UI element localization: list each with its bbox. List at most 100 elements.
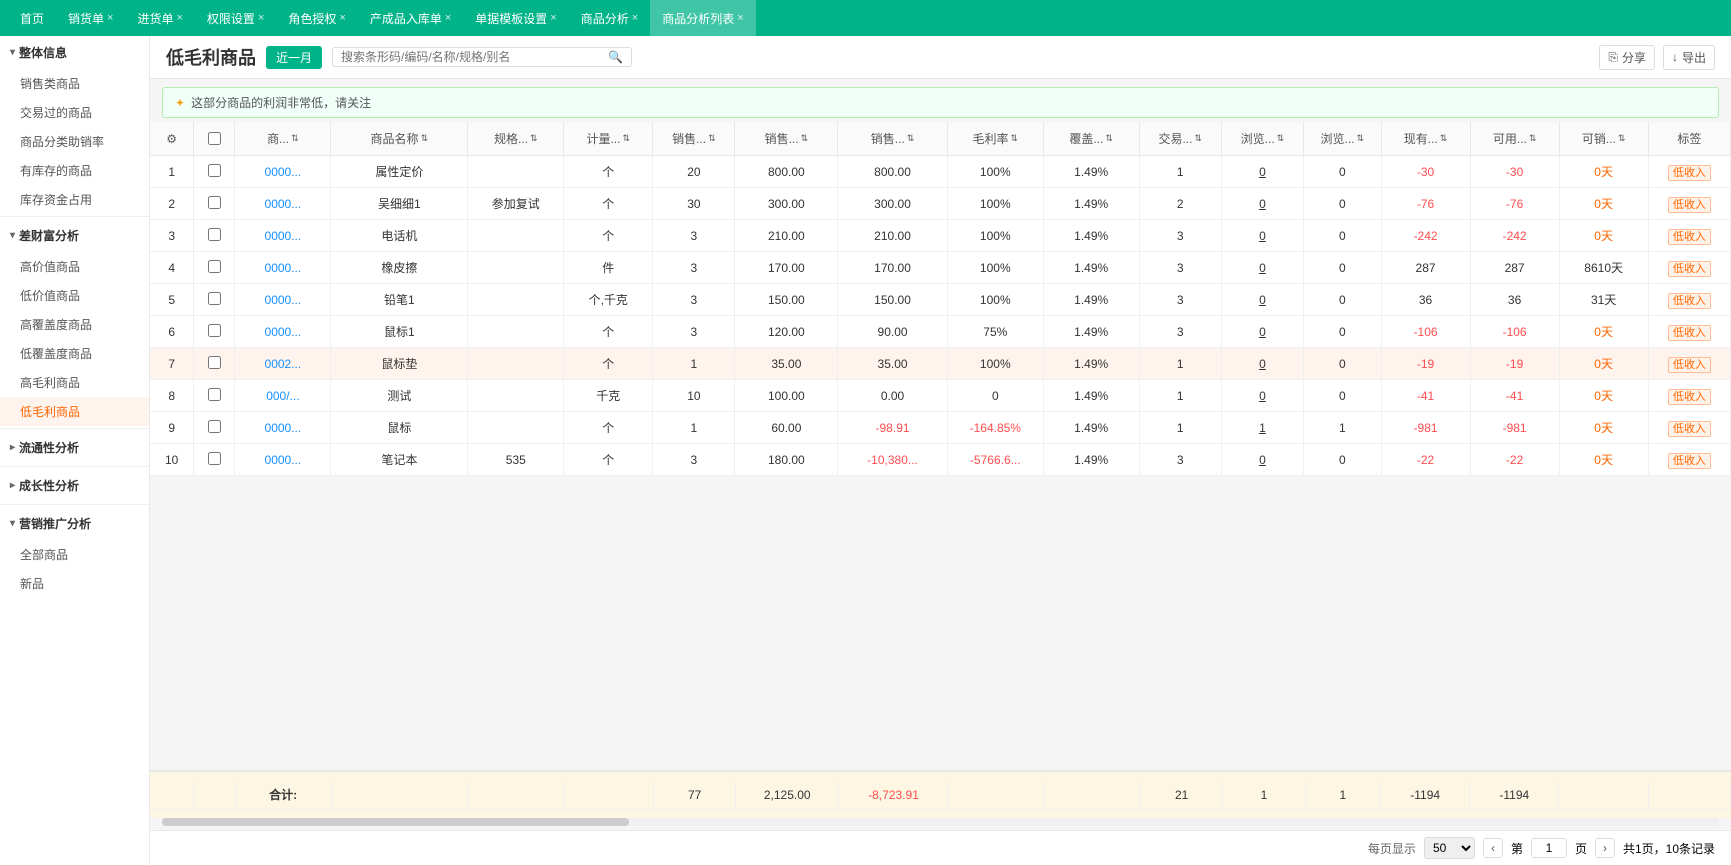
nav-purchase[interactable]: 进货单× bbox=[125, 0, 194, 36]
row-checkbox[interactable] bbox=[194, 188, 235, 220]
row-view1[interactable]: 1 bbox=[1221, 412, 1303, 444]
table-wrapper[interactable]: ⚙ 商...⇅ 商品名称⇅ 规格...⇅ 计量...⇅ 销售...⇅ 销售...… bbox=[150, 122, 1731, 770]
row-checkbox[interactable] bbox=[194, 156, 235, 188]
export-icon: ↓ bbox=[1672, 50, 1678, 64]
th-sales-price[interactable]: 销售...⇅ bbox=[735, 122, 838, 156]
th-gross-rate[interactable]: 毛利率⇅ bbox=[947, 122, 1043, 156]
row-checkbox[interactable] bbox=[194, 316, 235, 348]
close-icon[interactable]: × bbox=[737, 12, 743, 24]
th-trade[interactable]: 交易...⇅ bbox=[1139, 122, 1221, 156]
row-select-checkbox[interactable] bbox=[208, 356, 221, 369]
close-icon[interactable]: × bbox=[339, 12, 345, 24]
sidebar-group-marketing[interactable]: ▾ 营销推广分析 bbox=[0, 507, 149, 540]
nav-products[interactable]: 产成品入库单× bbox=[358, 0, 463, 36]
th-settings[interactable]: ⚙ bbox=[150, 122, 194, 156]
row-view1[interactable]: 0 bbox=[1221, 284, 1303, 316]
page-size-select[interactable]: 50 100 200 bbox=[1424, 837, 1475, 859]
th-spec[interactable]: 规格...⇅ bbox=[468, 122, 564, 156]
scrollbar-thumb[interactable] bbox=[162, 818, 629, 826]
sidebar-group-growth[interactable]: ▸ 成长性分析 bbox=[0, 469, 149, 502]
row-view1[interactable]: 0 bbox=[1221, 380, 1303, 412]
sidebar-item-stock-capital[interactable]: 库存资金占用 bbox=[0, 185, 149, 214]
prev-page-button[interactable]: ‹ bbox=[1483, 838, 1503, 858]
share-button[interactable]: ⎘ 分享 bbox=[1599, 45, 1655, 70]
row-select-checkbox[interactable] bbox=[208, 260, 221, 273]
sidebar-item-low-coverage[interactable]: 低覆盖度商品 bbox=[0, 339, 149, 368]
th-name[interactable]: 商品名称⇅ bbox=[331, 122, 468, 156]
close-icon[interactable]: × bbox=[176, 12, 182, 24]
nav-home[interactable]: 首页 bbox=[8, 0, 56, 36]
row-view1[interactable]: 0 bbox=[1221, 316, 1303, 348]
sidebar-item-all-products[interactable]: 全部商品 bbox=[0, 540, 149, 569]
th-tag[interactable]: 标签 bbox=[1648, 122, 1730, 156]
th-current[interactable]: 现有...⇅ bbox=[1381, 122, 1470, 156]
th-unit[interactable]: 计量...⇅ bbox=[564, 122, 653, 156]
sidebar-item-category-rate[interactable]: 商品分类助销率 bbox=[0, 127, 149, 156]
row-select-checkbox[interactable] bbox=[208, 196, 221, 209]
close-icon[interactable]: × bbox=[445, 12, 451, 24]
page-number-input[interactable] bbox=[1531, 838, 1567, 858]
row-select-checkbox[interactable] bbox=[208, 164, 221, 177]
close-icon[interactable]: × bbox=[258, 12, 264, 24]
row-select-checkbox[interactable] bbox=[208, 292, 221, 305]
row-select-checkbox[interactable] bbox=[208, 388, 221, 401]
row-view1[interactable]: 0 bbox=[1221, 444, 1303, 476]
next-page-button[interactable]: › bbox=[1595, 838, 1615, 858]
close-icon[interactable]: × bbox=[107, 12, 113, 24]
row-checkbox[interactable] bbox=[194, 252, 235, 284]
sidebar-group-overall[interactable]: ▾ 整体信息 bbox=[0, 36, 149, 69]
sidebar-group-liquidity[interactable]: ▸ 流通性分析 bbox=[0, 431, 149, 464]
row-select-checkbox[interactable] bbox=[208, 452, 221, 465]
sidebar-item-sales-products[interactable]: 销售类商品 bbox=[0, 69, 149, 98]
sidebar-item-new-products[interactable]: 新品 bbox=[0, 569, 149, 598]
row-checkbox[interactable] bbox=[194, 220, 235, 252]
row-select-checkbox[interactable] bbox=[208, 420, 221, 433]
nav-template[interactable]: 单据模板设置× bbox=[463, 0, 568, 36]
row-checkbox[interactable] bbox=[194, 348, 235, 380]
th-sales-amount[interactable]: 销售...⇅ bbox=[838, 122, 948, 156]
row-checkbox[interactable] bbox=[194, 444, 235, 476]
th-code[interactable]: 商...⇅ bbox=[235, 122, 331, 156]
nav-sales[interactable]: 销货单× bbox=[56, 0, 125, 36]
row-view1[interactable]: 0 bbox=[1221, 156, 1303, 188]
th-sales-qty[interactable]: 销售...⇅ bbox=[653, 122, 735, 156]
nav-permissions[interactable]: 权限设置× bbox=[195, 0, 276, 36]
sidebar-item-stock-products[interactable]: 有库存的商品 bbox=[0, 156, 149, 185]
sidebar-item-high-margin[interactable]: 高毛利商品 bbox=[0, 368, 149, 397]
filter-button[interactable]: 近一月 bbox=[266, 46, 322, 69]
nav-roles[interactable]: 角色授权× bbox=[276, 0, 357, 36]
row-select-checkbox[interactable] bbox=[208, 228, 221, 241]
row-current: -19 bbox=[1381, 348, 1470, 380]
search-icon[interactable]: 🔍 bbox=[608, 50, 623, 64]
row-sales-price: 180.00 bbox=[735, 444, 838, 476]
nav-analysis[interactable]: 商品分析× bbox=[569, 0, 650, 36]
row-tag: 低收入 bbox=[1648, 220, 1730, 252]
sidebar-item-low-margin[interactable]: 低毛利商品 bbox=[0, 397, 149, 426]
sidebar-item-traded-products[interactable]: 交易过的商品 bbox=[0, 98, 149, 127]
sidebar-item-high-value[interactable]: 高价值商品 bbox=[0, 252, 149, 281]
th-coverage[interactable]: 覆盖...⇅ bbox=[1043, 122, 1139, 156]
th-available[interactable]: 可用...⇅ bbox=[1470, 122, 1559, 156]
row-view1[interactable]: 0 bbox=[1221, 348, 1303, 380]
close-icon[interactable]: × bbox=[550, 12, 556, 24]
row-checkbox[interactable] bbox=[194, 380, 235, 412]
th-view2[interactable]: 浏览...⇅ bbox=[1304, 122, 1381, 156]
th-checkbox[interactable] bbox=[194, 122, 235, 156]
search-input[interactable] bbox=[341, 50, 608, 64]
select-all-checkbox[interactable] bbox=[208, 132, 221, 145]
row-view1[interactable]: 0 bbox=[1221, 188, 1303, 220]
horizontal-scrollbar[interactable] bbox=[162, 818, 1719, 826]
close-icon[interactable]: × bbox=[632, 12, 638, 24]
th-view1[interactable]: 浏览...⇅ bbox=[1221, 122, 1303, 156]
row-checkbox[interactable] bbox=[194, 284, 235, 316]
sidebar-group-wealth[interactable]: ▾ 差财富分析 bbox=[0, 219, 149, 252]
sidebar-item-low-value[interactable]: 低价值商品 bbox=[0, 281, 149, 310]
row-checkbox[interactable] bbox=[194, 412, 235, 444]
export-button[interactable]: ↓ 导出 bbox=[1663, 45, 1715, 70]
row-view1[interactable]: 0 bbox=[1221, 220, 1303, 252]
row-select-checkbox[interactable] bbox=[208, 324, 221, 337]
sidebar-item-high-coverage[interactable]: 高覆盖度商品 bbox=[0, 310, 149, 339]
row-view1[interactable]: 0 bbox=[1221, 252, 1303, 284]
nav-analysis-list[interactable]: 商品分析列表× bbox=[650, 0, 755, 36]
th-sellable[interactable]: 可销...⇅ bbox=[1559, 122, 1648, 156]
